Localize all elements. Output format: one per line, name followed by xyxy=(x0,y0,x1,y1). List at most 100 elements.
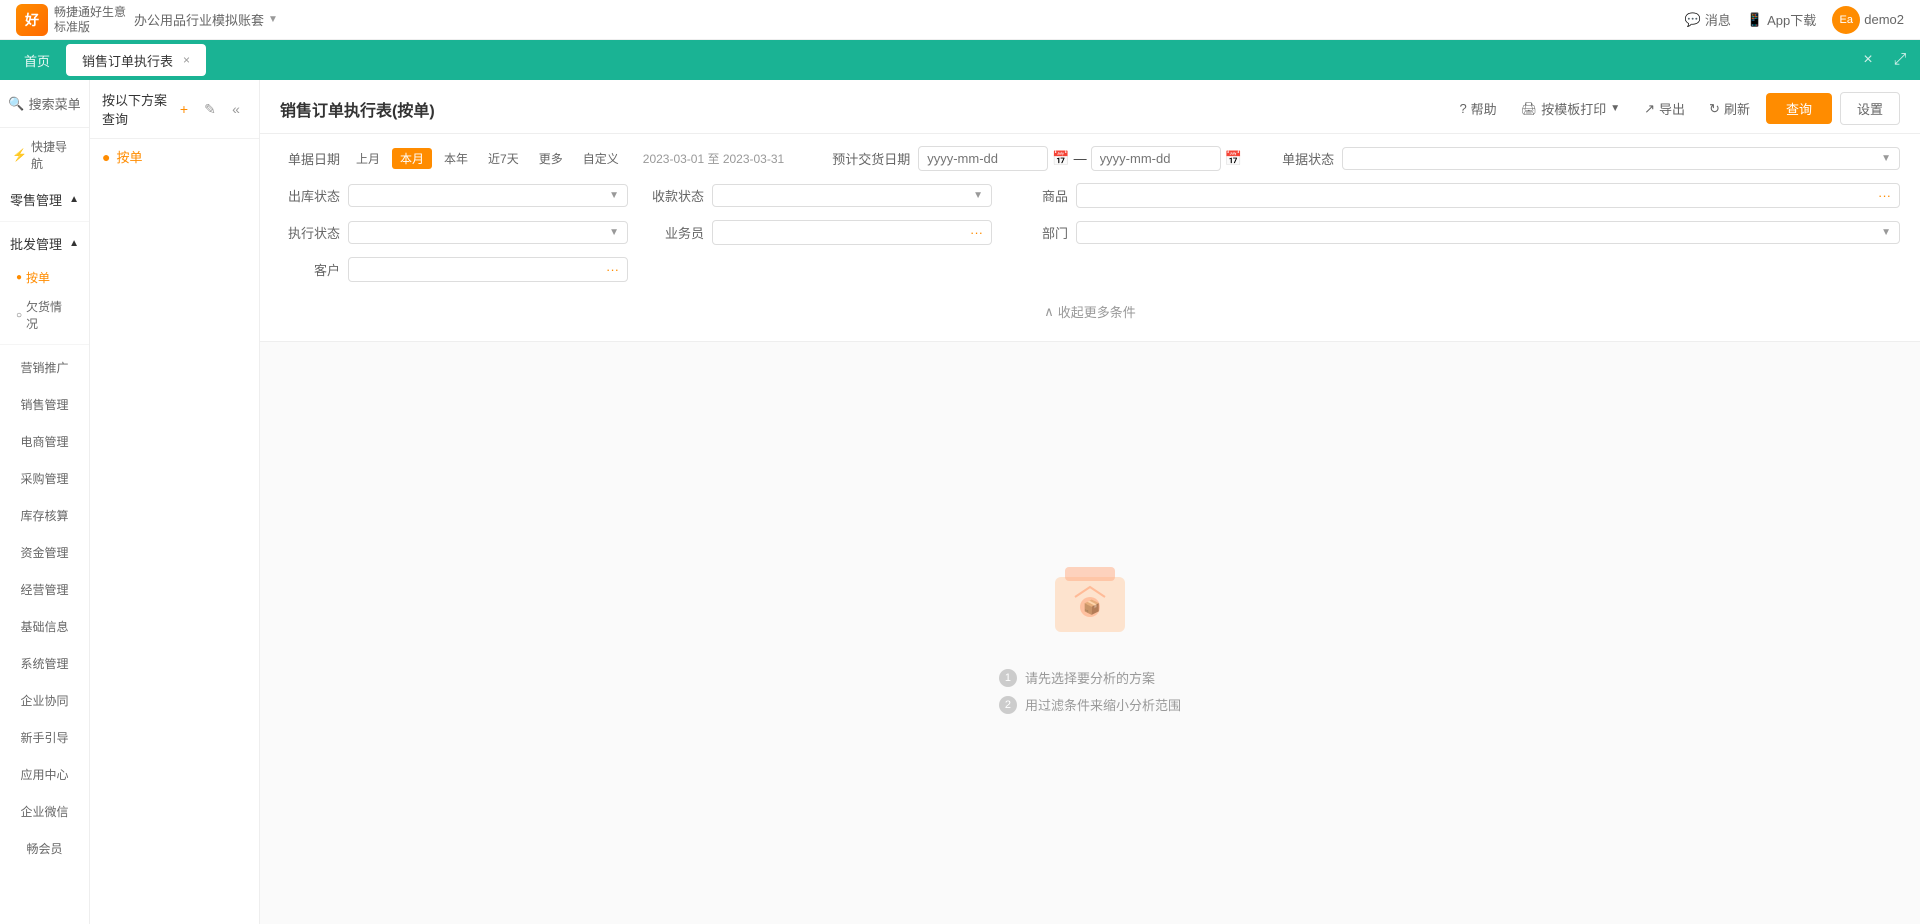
goods-more-icon: ··· xyxy=(1878,188,1891,203)
date-tabs: 上月 本月 本年 近7天 更多 自定义 xyxy=(348,148,627,169)
date-tab-more[interactable]: 更多 xyxy=(531,148,571,169)
tab-bar-right: × ⤢ xyxy=(1856,48,1912,72)
shipment-arrow-icon: ▼ xyxy=(609,190,619,201)
payment-arrow-icon: ▼ xyxy=(973,190,983,201)
payment-label: 收款状态 xyxy=(644,186,704,205)
collapse-button[interactable]: ∧ 收起更多条件 xyxy=(1044,302,1136,321)
scheme-dot-icon: ● xyxy=(102,149,110,165)
tab-close-icon[interactable]: × xyxy=(183,53,190,67)
expected-date-end[interactable] xyxy=(1091,146,1221,171)
sidebar-item-inventory[interactable]: 库存核算 xyxy=(4,499,85,532)
breadcrumb: 办公用品行业模拟账套 ▼ xyxy=(134,10,278,29)
date-tab-custom[interactable]: 自定义 xyxy=(575,148,627,169)
salesman-label: 业务员 xyxy=(644,223,704,242)
customer-input[interactable]: ··· xyxy=(348,257,628,282)
sidebar-item-purchase[interactable]: 采购管理 xyxy=(4,462,85,495)
sidebar-item-appstore[interactable]: 应用中心 xyxy=(4,758,85,791)
filter-row-2: 出库状态 ▼ 收款状态 ▼ 商品 xyxy=(280,183,1900,208)
add-scheme-button[interactable]: + xyxy=(173,98,195,120)
print-arrow-icon: ▼ xyxy=(1610,103,1620,114)
svg-text:📦: 📦 xyxy=(1083,599,1100,616)
search-menu-button[interactable]: 🔍 搜索菜单 xyxy=(8,90,81,117)
sidebar-item-member[interactable]: 畅会员 xyxy=(4,832,85,865)
edit-scheme-button[interactable]: ✎ xyxy=(199,98,221,120)
filter-shipment: 出库状态 ▼ xyxy=(280,184,628,207)
sidebar-item-system[interactable]: 系统管理 xyxy=(4,647,85,680)
empty-tip-2: 2 用过滤条件来缩小分析范围 xyxy=(999,695,1181,714)
filter-area: 单据日期 上月 本月 本年 近7天 更多 自定义 20 xyxy=(260,134,1920,342)
empty-state: 📦 1 请先选择要分析的方案 2 用过滤条件来缩小分析范围 xyxy=(999,552,1181,714)
left-panel-title: 按以下方案查询 xyxy=(102,90,173,128)
collapse-panel-button[interactable]: « xyxy=(225,98,247,120)
doc-status-label: 单据状态 xyxy=(1274,149,1334,168)
page-actions: ? 帮助 🖨 按模板打印 ▼ ↗ 导出 ↻ 刷新 xyxy=(1451,92,1900,125)
collapse-icon: ∧ xyxy=(1044,304,1054,320)
calendar-start-icon: 📅 xyxy=(1052,150,1069,167)
tip-num-2: 2 xyxy=(999,696,1017,714)
main-layout: 🔍 搜索菜单 ⚡ 快捷导航 零售管理 ▲ 批发管理 ▲ ● 按单 xyxy=(0,80,1920,924)
settings-button[interactable]: 设置 xyxy=(1840,92,1900,125)
shipment-label: 出库状态 xyxy=(280,186,340,205)
dept-select[interactable]: ▼ xyxy=(1076,221,1900,244)
sidebar-group-wholesale: 批发管理 ▲ ● 按单 ○ 欠货情况 xyxy=(0,226,89,345)
exec-select[interactable]: ▼ xyxy=(348,221,628,244)
date-tab-current-month[interactable]: 本月 xyxy=(392,148,432,169)
scheme-item-order[interactable]: ● 按单 xyxy=(90,139,259,174)
help-button[interactable]: ? 帮助 xyxy=(1451,95,1504,122)
empty-tip-1: 1 请先选择要分析的方案 xyxy=(999,668,1181,687)
sidebar-item-wholesale[interactable]: 批发管理 ▲ xyxy=(0,226,89,261)
sidebar-item-finance[interactable]: 资金管理 xyxy=(4,536,85,569)
date-tab-last-month[interactable]: 上月 xyxy=(348,148,388,169)
sidebar-search-area: 🔍 搜索菜单 xyxy=(0,80,89,128)
doc-status-select[interactable]: ▼ xyxy=(1342,147,1900,170)
expected-date-start[interactable] xyxy=(918,146,1048,171)
shortcut-icon: ⚡ xyxy=(12,148,27,162)
payment-select[interactable]: ▼ xyxy=(712,184,992,207)
tab-current[interactable]: 销售订单执行表 × xyxy=(66,44,206,76)
date-tab-7days[interactable]: 近7天 xyxy=(480,148,527,169)
filter-expected-date: 预计交货日期 📅 — 📅 xyxy=(832,146,1242,171)
user-menu[interactable]: Ea demo2 xyxy=(1832,6,1904,34)
filter-row-3: 执行状态 ▼ 业务员 ··· 部门 xyxy=(280,220,1900,245)
sidebar-sub-order[interactable]: ● 按单 xyxy=(8,263,81,292)
goods-input[interactable]: ··· xyxy=(1076,183,1900,208)
sidebar-item-basic[interactable]: 基础信息 xyxy=(4,610,85,643)
message-icon: 💬 xyxy=(1685,12,1701,28)
app-download-button[interactable]: 📱 App下载 xyxy=(1747,10,1816,29)
sidebar-sub-debt[interactable]: ○ 欠货情况 xyxy=(8,292,81,338)
sidebar-item-sales[interactable]: 销售管理 xyxy=(4,388,85,421)
customer-label: 客户 xyxy=(280,260,340,279)
query-button[interactable]: 查询 xyxy=(1766,93,1832,124)
message-button[interactable]: 💬 消息 xyxy=(1685,10,1731,29)
empty-illustration: 📦 xyxy=(1040,552,1140,652)
left-panel: 按以下方案查询 + ✎ « ● 按单 xyxy=(90,80,260,924)
shipment-select[interactable]: ▼ xyxy=(348,184,628,207)
maximize-button[interactable]: ⤢ xyxy=(1888,48,1912,72)
help-icon: ? xyxy=(1459,101,1466,116)
exec-arrow-icon: ▼ xyxy=(609,227,619,238)
sidebar-item-ecommerce[interactable]: 电商管理 xyxy=(4,425,85,458)
date-filter-control: 上月 本月 本年 近7天 更多 自定义 xyxy=(348,148,627,169)
active-dot-icon: ● xyxy=(16,272,22,283)
salesman-input[interactable]: ··· xyxy=(712,220,992,245)
date-tab-year[interactable]: 本年 xyxy=(436,148,476,169)
print-button[interactable]: 🖨 按模板打印 ▼ xyxy=(1513,95,1628,122)
tab-home[interactable]: 首页 xyxy=(8,44,66,76)
sidebar-item-marketing[interactable]: 营销推广 xyxy=(4,351,85,384)
sidebar-item-wecom[interactable]: 企业微信 xyxy=(4,795,85,828)
filter-dept: 部门 ▼ xyxy=(1008,221,1900,244)
circle-icon: ○ xyxy=(16,310,22,321)
sidebar-shortcut[interactable]: ⚡ 快捷导航 xyxy=(4,130,85,180)
sidebar-item-newbie[interactable]: 新手引导 xyxy=(4,721,85,754)
refresh-button[interactable]: ↻ 刷新 xyxy=(1701,95,1758,122)
sidebar-item-retail[interactable]: 零售管理 ▲ xyxy=(0,182,89,217)
export-button[interactable]: ↗ 导出 xyxy=(1636,95,1693,122)
tab-bar: 首页 销售订单执行表 × × ⤢ xyxy=(0,40,1920,80)
exec-label: 执行状态 xyxy=(280,223,340,242)
top-bar-left: 好 畅捷通好生意 标准版 办公用品行业模拟账套 ▼ xyxy=(16,4,278,36)
sidebar-item-enterprise[interactable]: 企业协同 xyxy=(4,684,85,717)
date-label: 单据日期 xyxy=(280,149,340,168)
doc-status-arrow-icon: ▼ xyxy=(1881,153,1891,164)
sidebar-item-operation[interactable]: 经营管理 xyxy=(4,573,85,606)
minimize-button[interactable]: × xyxy=(1856,48,1880,72)
